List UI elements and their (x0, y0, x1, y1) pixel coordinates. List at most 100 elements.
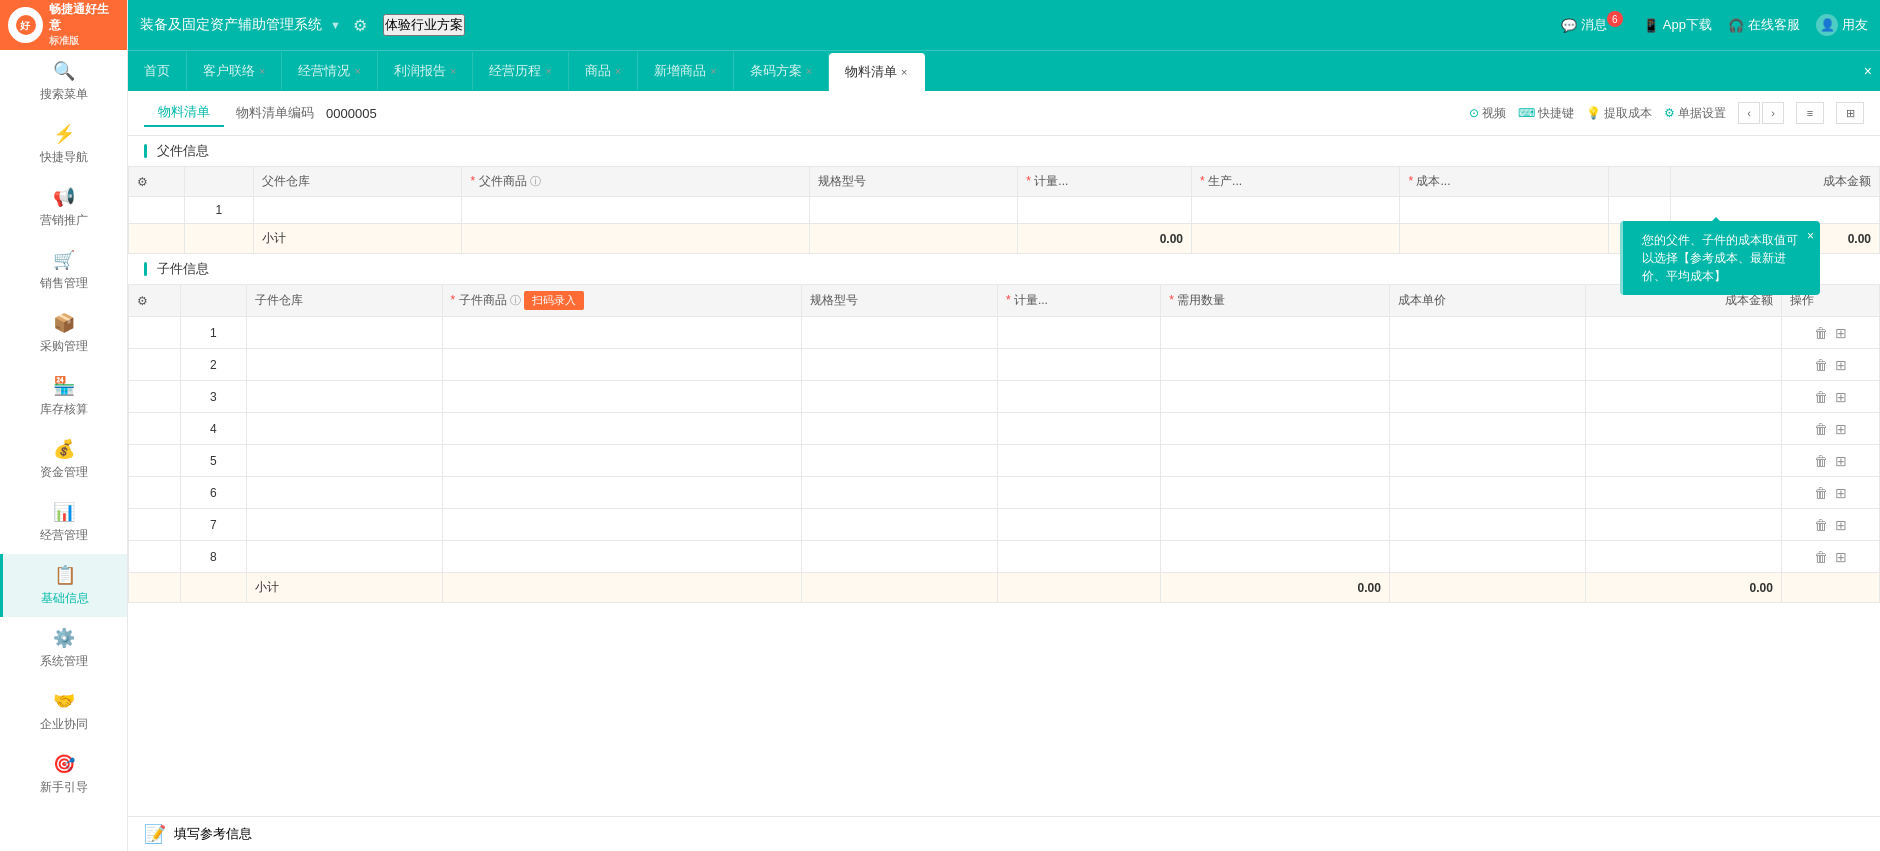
menu-icon[interactable]: ≡ (1796, 102, 1824, 124)
sidebar-item-system[interactable]: ⚙️ 系统管理 (0, 617, 127, 680)
tab-home[interactable]: 首页 (128, 52, 187, 90)
parent-table-scroll[interactable]: ⚙ 父件仓库 * 父件商品 ⓘ 规格型号 (128, 166, 1880, 254)
copy-btn-8[interactable]: ⊞ (1835, 549, 1847, 565)
delete-btn-5[interactable]: 🗑 (1814, 453, 1828, 469)
user-action[interactable]: 👤 用友 (1816, 14, 1868, 36)
child-row3-unit[interactable] (997, 381, 1160, 413)
tab-customer-close[interactable]: × (259, 65, 265, 77)
close-all-tabs[interactable]: × (1856, 55, 1880, 87)
sidebar-item-marketing[interactable]: 📢 营销推广 (0, 176, 127, 239)
message-action[interactable]: 💬 消息 6 (1561, 16, 1627, 34)
child-row6-spec[interactable] (801, 477, 997, 509)
tab-history[interactable]: 经营历程 × (473, 52, 568, 90)
child-row1-spec[interactable] (801, 317, 997, 349)
child-row8-qty[interactable] (1161, 541, 1390, 573)
delete-btn-6[interactable]: 🗑 (1814, 485, 1828, 501)
tab-barcode[interactable]: 条码方案 × (734, 52, 829, 90)
prev-arrow[interactable]: ‹ (1738, 102, 1760, 124)
child-row6-unit[interactable] (997, 477, 1160, 509)
child-row8-unit-price[interactable] (1389, 541, 1585, 573)
child-row5-spec[interactable] (801, 445, 997, 477)
tab-profit[interactable]: 利润报告 × (378, 52, 473, 90)
child-row5-unit-price[interactable] (1389, 445, 1585, 477)
child-row8-goods[interactable] (442, 541, 801, 573)
child-row7-qty[interactable] (1161, 509, 1390, 541)
child-row7-goods[interactable] (442, 509, 801, 541)
parent-row1-spec[interactable] (809, 197, 1017, 224)
child-row7-warehouse[interactable] (246, 509, 442, 541)
settings-gear-icon[interactable]: ⚙ (353, 16, 367, 35)
delete-btn-4[interactable]: 🗑 (1814, 421, 1828, 437)
tab-new-goods[interactable]: 新增商品 × (638, 52, 733, 90)
online-support-action[interactable]: 🎧 在线客服 (1728, 16, 1800, 34)
child-row4-qty[interactable] (1161, 413, 1390, 445)
delete-btn-2[interactable]: 🗑 (1814, 357, 1828, 373)
tab-new-goods-close[interactable]: × (710, 65, 716, 77)
copy-btn-5[interactable]: ⊞ (1835, 453, 1847, 469)
child-goods-info-icon[interactable]: ⓘ (510, 294, 521, 306)
child-row6-qty[interactable] (1161, 477, 1390, 509)
child-row6-unit-price[interactable] (1389, 477, 1585, 509)
child-row5-unit[interactable] (997, 445, 1160, 477)
child-row3-qty[interactable] (1161, 381, 1390, 413)
extract-cost-action[interactable]: 💡 提取成本 (1586, 105, 1652, 122)
child-row4-unit-price[interactable] (1389, 413, 1585, 445)
tab-operations-close[interactable]: × (354, 65, 360, 77)
child-row8-warehouse[interactable] (246, 541, 442, 573)
child-row2-unit-price[interactable] (1389, 349, 1585, 381)
sidebar-item-quick-nav[interactable]: ⚡ 快捷导航 (0, 113, 127, 176)
sidebar-item-purchase[interactable]: 📦 采购管理 (0, 302, 127, 365)
child-row2-unit[interactable] (997, 349, 1160, 381)
child-row7-unit[interactable] (997, 509, 1160, 541)
child-row5-qty[interactable] (1161, 445, 1390, 477)
tab-profit-close[interactable]: × (450, 65, 456, 77)
child-row5-warehouse[interactable] (246, 445, 442, 477)
sub-tab-bom[interactable]: 物料清单 (144, 99, 224, 127)
child-row3-goods[interactable] (442, 381, 801, 413)
child-row2-qty[interactable] (1161, 349, 1390, 381)
copy-btn-6[interactable]: ⊞ (1835, 485, 1847, 501)
child-row2-spec[interactable] (801, 349, 997, 381)
copy-btn-7[interactable]: ⊞ (1835, 517, 1847, 533)
tab-operations[interactable]: 经营情况 × (282, 52, 377, 90)
delete-btn-3[interactable]: 🗑 (1814, 389, 1828, 405)
sidebar-item-guide[interactable]: 🎯 新手引导 (0, 743, 127, 806)
parent-row1-produce[interactable] (1192, 197, 1400, 224)
child-row1-unit[interactable] (997, 317, 1160, 349)
sidebar-item-search[interactable]: 🔍 搜索菜单 (0, 50, 127, 113)
sidebar-item-enterprise[interactable]: 🤝 企业协同 (0, 680, 127, 743)
parent-row1-unit[interactable] (1018, 197, 1192, 224)
child-row2-warehouse[interactable] (246, 349, 442, 381)
copy-btn-1[interactable]: ⊞ (1835, 325, 1847, 341)
expand-icon[interactable]: ⊞ (1836, 102, 1864, 124)
tab-goods-close[interactable]: × (615, 65, 621, 77)
app-download-action[interactable]: 📱 App下载 (1643, 16, 1712, 34)
parent-row1-cost[interactable] (1400, 197, 1608, 224)
sidebar-item-sales[interactable]: 🛒 销售管理 (0, 239, 127, 302)
sidebar-item-inventory[interactable]: 🏪 库存核算 (0, 365, 127, 428)
child-row8-unit[interactable] (997, 541, 1160, 573)
copy-btn-4[interactable]: ⊞ (1835, 421, 1847, 437)
child-row1-unit-price[interactable] (1389, 317, 1585, 349)
scan-button[interactable]: 扫码录入 (524, 291, 584, 310)
parent-row1-warehouse[interactable] (254, 197, 462, 224)
tab-bom-close[interactable]: × (901, 66, 907, 78)
try-button[interactable]: 体验行业方案 (383, 14, 465, 36)
copy-btn-2[interactable]: ⊞ (1835, 357, 1847, 373)
parent-row1-goods[interactable] (462, 197, 809, 224)
child-row4-spec[interactable] (801, 413, 997, 445)
copy-btn-3[interactable]: ⊞ (1835, 389, 1847, 405)
child-table-scroll[interactable]: ⚙ 子件仓库 * 子件商品 ⓘ 扫码录入 规格型号 * 计量. (128, 284, 1880, 816)
sidebar-item-basic-info[interactable]: 📋 基础信息 (0, 554, 127, 617)
child-row5-goods[interactable] (442, 445, 801, 477)
child-row3-unit-price[interactable] (1389, 381, 1585, 413)
child-row3-warehouse[interactable] (246, 381, 442, 413)
delete-btn-1[interactable]: 🗑 (1814, 325, 1828, 341)
child-row4-goods[interactable] (442, 413, 801, 445)
sidebar-item-operations[interactable]: 📊 经营管理 (0, 491, 127, 554)
parent-goods-info-icon[interactable]: ⓘ (530, 175, 541, 187)
next-arrow[interactable]: › (1762, 102, 1784, 124)
child-col-settings[interactable]: ⚙ (129, 285, 181, 317)
video-action[interactable]: ⊙ 视频 (1469, 105, 1506, 122)
tab-barcode-close[interactable]: × (806, 65, 812, 77)
